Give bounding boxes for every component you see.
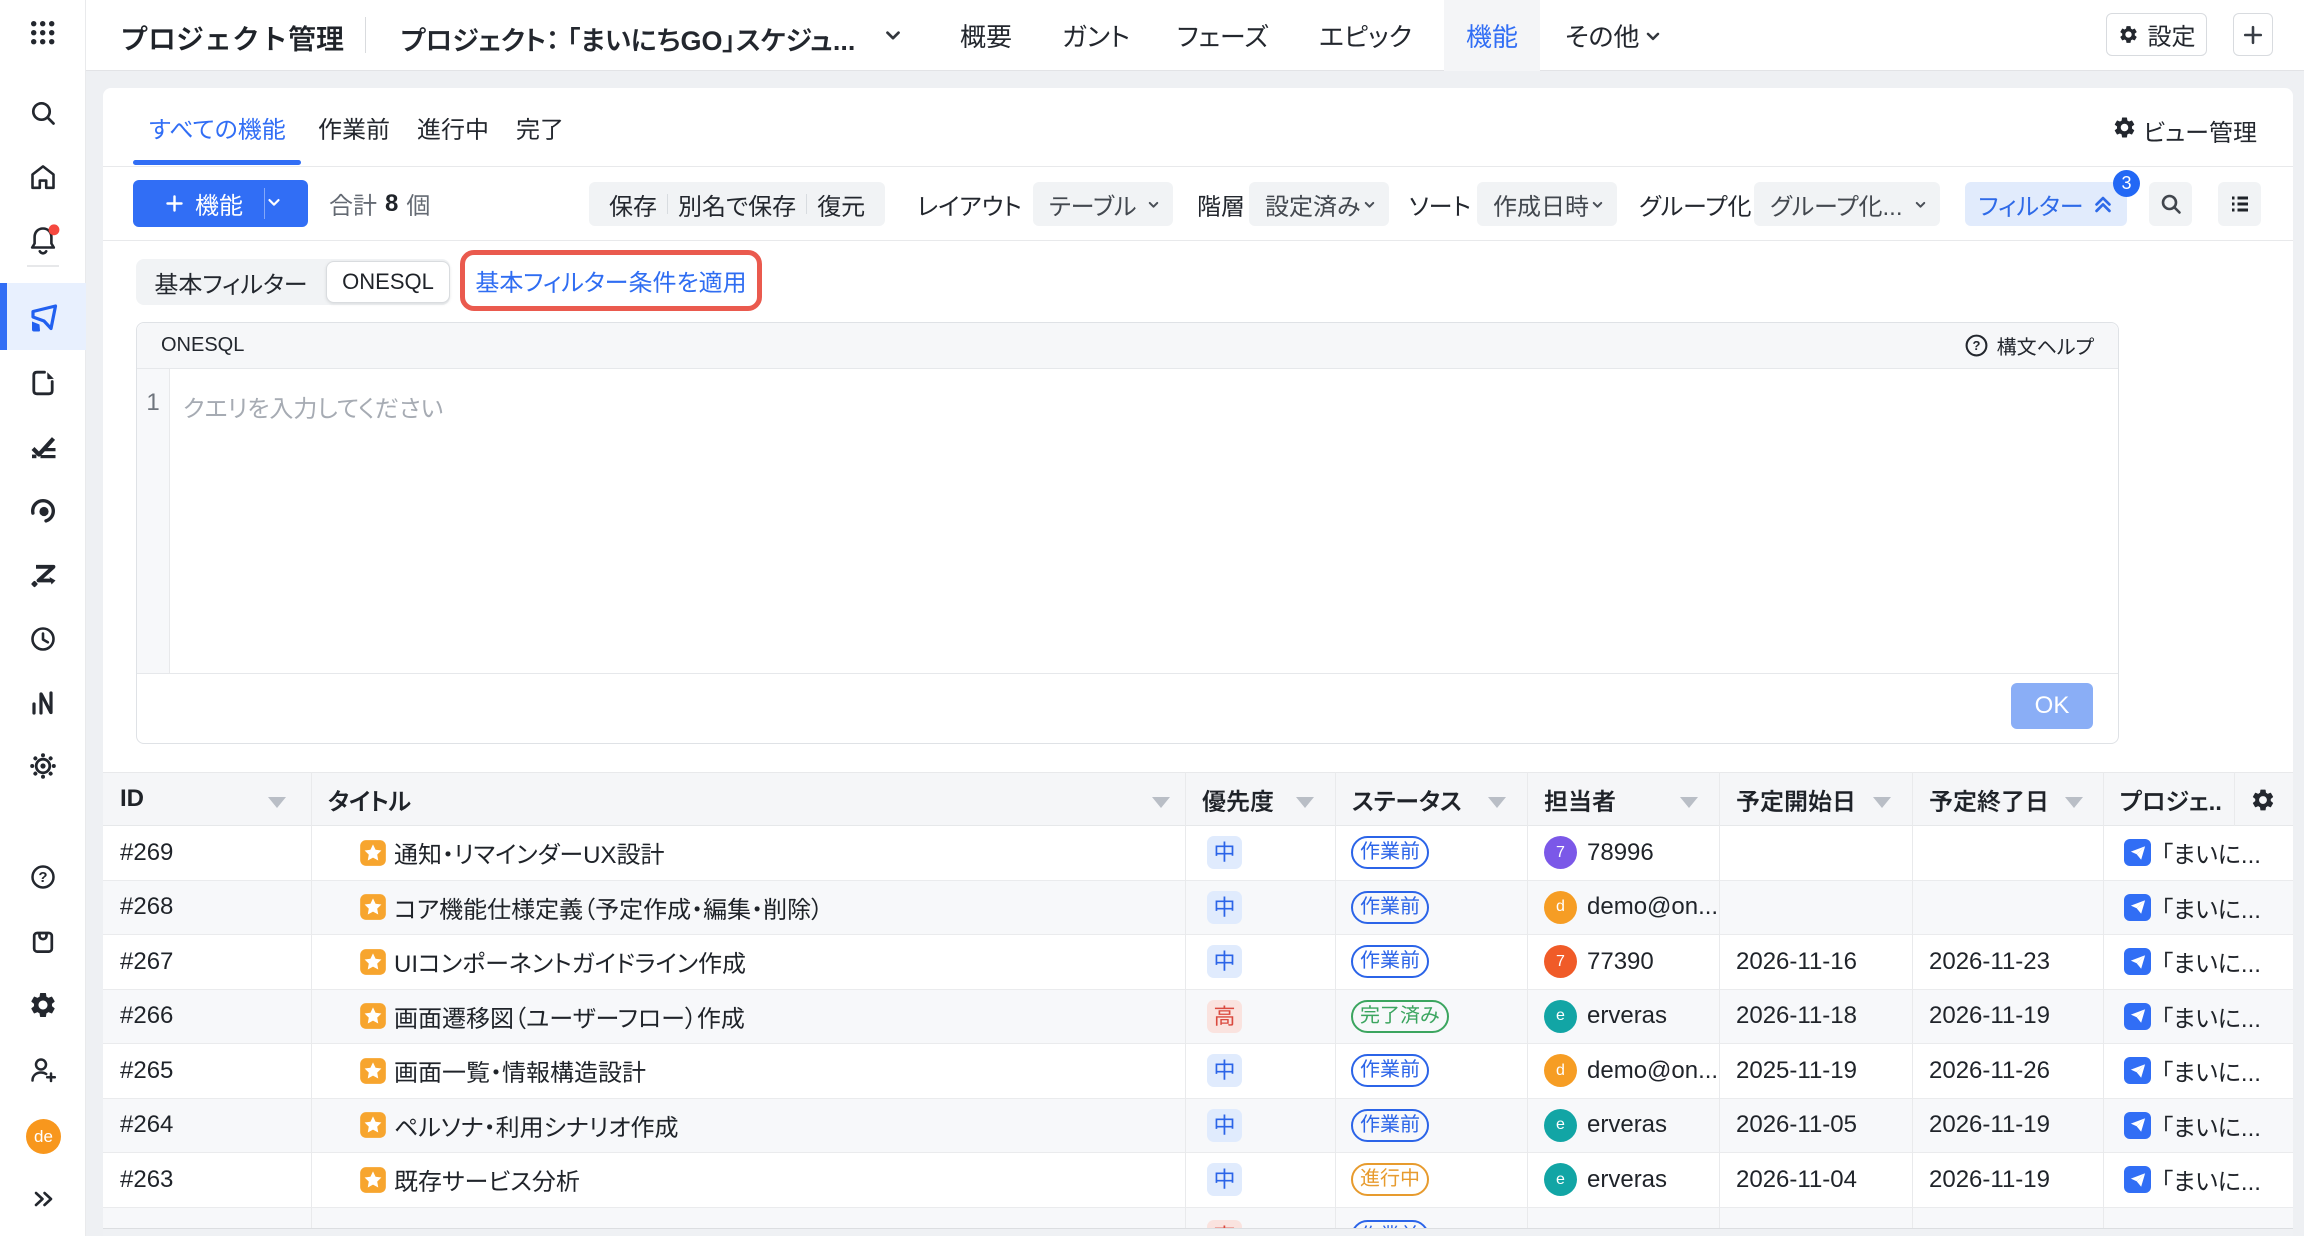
svg-text:?: ? <box>1972 338 1980 353</box>
svg-text:?: ? <box>38 869 47 886</box>
